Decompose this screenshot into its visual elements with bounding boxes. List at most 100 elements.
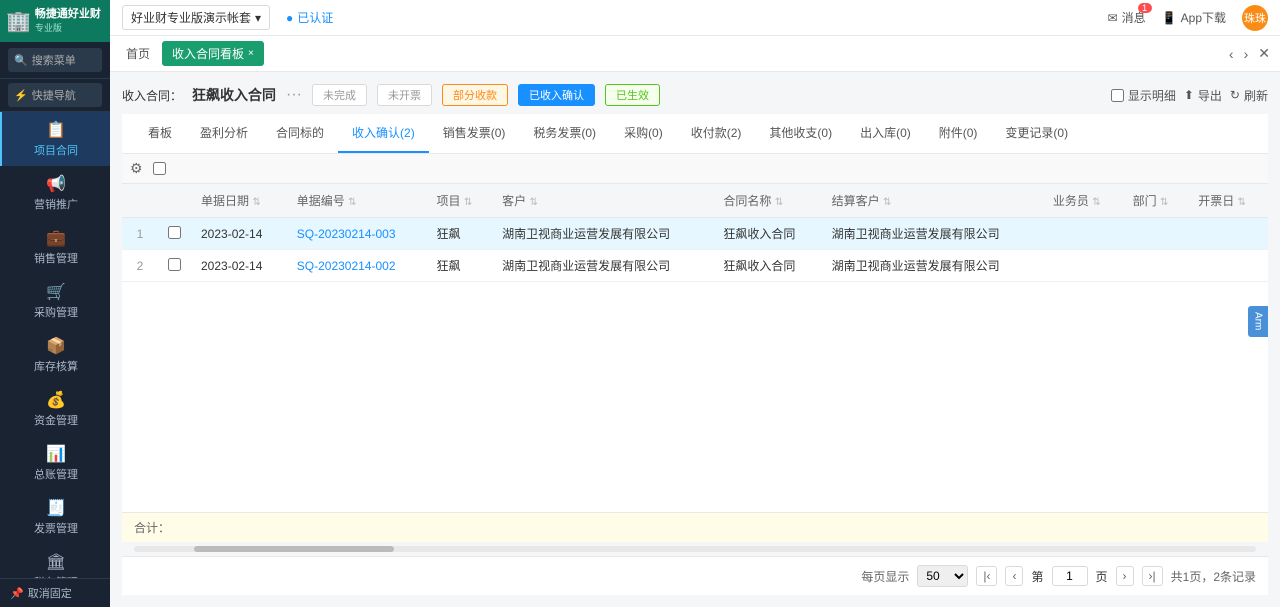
message-button[interactable]: ✉ 1 消息 bbox=[1108, 9, 1146, 26]
status-unopened-button[interactable]: 未开票 bbox=[377, 84, 432, 106]
app-name: 畅捷通好业财 bbox=[35, 8, 101, 21]
finance-icon: 💰 bbox=[46, 390, 66, 410]
app-download-button[interactable]: 📱 App下载 bbox=[1162, 9, 1226, 26]
row-checkbox[interactable] bbox=[168, 226, 181, 239]
sort-open-date-icon: ⇅ bbox=[1238, 197, 1246, 208]
tab-out-storage[interactable]: 出入库(0) bbox=[846, 114, 925, 153]
home-tab[interactable]: 首页 bbox=[118, 45, 158, 62]
sidebar-item-inventory[interactable]: 📦 库存核算 bbox=[0, 328, 110, 382]
company-selector[interactable]: 好业财专业版演示帐套 ▾ bbox=[122, 5, 270, 30]
show-detail-checkbox[interactable] bbox=[1111, 89, 1124, 102]
tab-prev-button[interactable]: ‹ bbox=[1227, 44, 1236, 64]
sidebar-item-label: 销售管理 bbox=[34, 250, 78, 266]
status-partial-button[interactable]: 部分收款 bbox=[442, 84, 508, 106]
col-code[interactable]: 单据编号 ⇅ bbox=[287, 184, 427, 218]
sidebar-item-label: 资金管理 bbox=[34, 412, 78, 428]
tab-tax-invoice[interactable]: 税务发票(0) bbox=[519, 114, 610, 153]
main-area: 好业财专业版演示帐套 ▾ ● 已认证 ✉ 1 消息 📱 App下载 珠珠 bbox=[110, 0, 1280, 607]
sidebar-item-label: 发票管理 bbox=[34, 520, 78, 536]
general-icon: 📊 bbox=[46, 444, 66, 464]
quick-nav-button[interactable]: ⚡ 快捷导航 bbox=[8, 83, 102, 107]
export-button[interactable]: ⬆ 导出 bbox=[1184, 87, 1222, 104]
scrollbar-thumb[interactable] bbox=[194, 546, 394, 552]
sidebar-bottom: 📌 取消固定 bbox=[0, 578, 110, 607]
col-project[interactable]: 项目 ⇅ bbox=[427, 184, 493, 218]
tab-next-button[interactable]: › bbox=[1242, 44, 1251, 64]
code-link[interactable]: SQ-20230214-002 bbox=[297, 259, 396, 273]
horizontal-scrollbar[interactable] bbox=[122, 542, 1268, 556]
sort-date-icon: ⇅ bbox=[252, 197, 260, 208]
sales-icon: 💼 bbox=[46, 228, 66, 248]
sidebar-item-label: 库存核算 bbox=[34, 358, 78, 374]
tab-change-log[interactable]: 变更记录(0) bbox=[991, 114, 1082, 153]
sidebar-item-sales[interactable]: 💼 销售管理 bbox=[0, 220, 110, 274]
data-table: 单据日期 ⇅ 单据编号 ⇅ 项目 ⇅ bbox=[122, 184, 1268, 282]
user-avatar[interactable]: 珠珠 bbox=[1242, 5, 1268, 31]
sidebar-item-general[interactable]: 📊 总账管理 bbox=[0, 436, 110, 490]
tab-contract-standard[interactable]: 合同标的 bbox=[262, 114, 338, 153]
sort-salesperson-icon: ⇅ bbox=[1092, 197, 1100, 208]
tab-attachments[interactable]: 附件(0) bbox=[925, 114, 992, 153]
tab-kanban[interactable]: 看板 bbox=[134, 114, 186, 153]
row-checkbox[interactable] bbox=[168, 258, 181, 271]
prev-page-button[interactable]: ‹ bbox=[1005, 566, 1023, 586]
cell-customer: 湖南卫视商业运营发展有限公司 bbox=[492, 218, 713, 250]
company-name: 好业财专业版演示帐套 bbox=[131, 9, 251, 26]
first-page-button[interactable]: |‹ bbox=[976, 566, 997, 586]
status-incomplete-button[interactable]: 未完成 bbox=[312, 84, 367, 106]
code-link[interactable]: SQ-20230214-003 bbox=[297, 227, 396, 241]
tab-income-confirm[interactable]: 收入确认(2) bbox=[338, 114, 429, 153]
sidebar-item-finance[interactable]: 💰 资金管理 bbox=[0, 382, 110, 436]
page-label: 第 bbox=[1031, 568, 1043, 585]
col-salesperson[interactable]: 业务员 ⇅ bbox=[1043, 184, 1123, 218]
page-size-label: 每页显示 bbox=[861, 568, 909, 585]
col-final-customer[interactable]: 结算客户 ⇅ bbox=[822, 184, 1043, 218]
sidebar-item-label: 总账管理 bbox=[34, 466, 78, 482]
pin-icon: 📌 bbox=[10, 587, 24, 600]
table-toolbar: ⚙ bbox=[122, 154, 1268, 184]
cell-open-date bbox=[1188, 250, 1268, 282]
tab-payment[interactable]: 收付款(2) bbox=[677, 114, 756, 153]
search-menu-button[interactable]: 🔍 搜索菜单 bbox=[8, 48, 102, 72]
tab-purchase[interactable]: 采购(0) bbox=[610, 114, 677, 153]
sidebar-item-project-contract[interactable]: 📋 项目合同 bbox=[0, 112, 110, 166]
table-row[interactable]: 2 2023-02-14 SQ-20230214-002 狂飙 湖南卫视商业运营… bbox=[122, 250, 1268, 282]
sidebar-item-invoice[interactable]: 🧾 发票管理 bbox=[0, 490, 110, 544]
more-icon[interactable]: ··· bbox=[286, 86, 302, 104]
settings-icon[interactable]: ⚙ bbox=[130, 160, 143, 177]
tab-close-button[interactable]: × bbox=[248, 48, 254, 59]
sort-department-icon: ⇅ bbox=[1160, 197, 1168, 208]
page-input[interactable] bbox=[1052, 566, 1088, 586]
tab-profit[interactable]: 盈利分析 bbox=[186, 114, 262, 153]
col-date[interactable]: 单据日期 ⇅ bbox=[191, 184, 287, 218]
sidebar-item-purchase[interactable]: 🛒 采购管理 bbox=[0, 274, 110, 328]
right-panel-label[interactable]: Arm bbox=[1253, 312, 1264, 330]
tab-other-income[interactable]: 其他收支(0) bbox=[755, 114, 846, 153]
contract-title: 狂飙收入合同 bbox=[192, 85, 276, 105]
sidebar-item-marketing[interactable]: 📢 营销推广 bbox=[0, 166, 110, 220]
row-num: 2 bbox=[122, 250, 158, 282]
show-detail-label: 显示明细 bbox=[1128, 87, 1176, 104]
table-row[interactable]: 1 2023-02-14 SQ-20230214-003 狂飙 湖南卫视商业运营… bbox=[122, 218, 1268, 250]
sidebar-item-tax[interactable]: 🏛 税务管理 bbox=[0, 544, 110, 578]
export-icon: ⬆ bbox=[1184, 88, 1194, 102]
status-confirmed-button[interactable]: 已收入确认 bbox=[518, 84, 595, 106]
col-department[interactable]: 部门 ⇅ bbox=[1123, 184, 1189, 218]
col-open-date[interactable]: 开票日 ⇅ bbox=[1188, 184, 1268, 218]
project-contract-icon: 📋 bbox=[46, 120, 66, 140]
refresh-button[interactable]: ↻ 刷新 bbox=[1230, 87, 1268, 104]
col-customer[interactable]: 客户 ⇅ bbox=[492, 184, 713, 218]
tab-sales-invoice[interactable]: 销售发票(0) bbox=[429, 114, 520, 153]
sidebar-nav: 📋 项目合同 📢 营销推广 💼 销售管理 🛒 采购管理 📦 库存核算 💰 资金管… bbox=[0, 112, 110, 578]
next-page-button[interactable]: › bbox=[1116, 566, 1134, 586]
select-all-checkbox[interactable] bbox=[153, 162, 166, 175]
tab-close-all-button[interactable]: ✕ bbox=[1256, 43, 1272, 64]
refresh-icon: ↻ bbox=[1230, 88, 1240, 102]
content-area: 收入合同： 狂飙收入合同 ··· 未完成 未开票 部分收款 已收入确认 已生效 … bbox=[110, 72, 1280, 607]
col-contract-name[interactable]: 合同名称 ⇅ bbox=[713, 184, 821, 218]
last-page-button[interactable]: ›| bbox=[1142, 566, 1163, 586]
unfix-button[interactable]: 📌 取消固定 bbox=[0, 579, 110, 607]
active-tab[interactable]: 收入合同看板 × bbox=[162, 41, 264, 66]
page-size-select[interactable]: 50 100 200 bbox=[917, 565, 968, 587]
status-effective-button[interactable]: 已生效 bbox=[605, 84, 660, 106]
